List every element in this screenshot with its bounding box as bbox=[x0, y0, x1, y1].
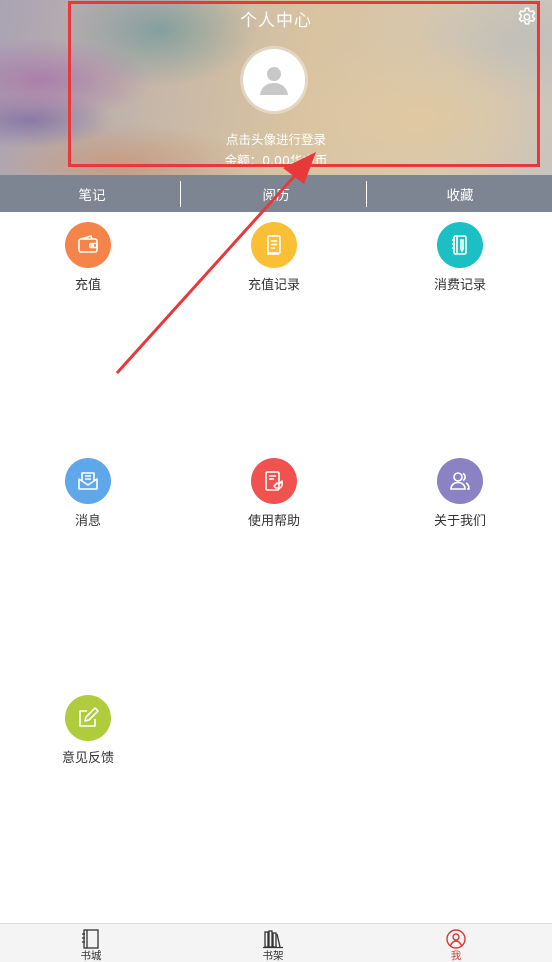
grid-item-about-us[interactable]: 关于我们 bbox=[390, 458, 530, 529]
grid-icon-circle bbox=[437, 222, 483, 268]
grid-label: 关于我们 bbox=[433, 514, 486, 529]
grid-label: 使用帮助 bbox=[247, 514, 300, 529]
grid-label: 意见反馈 bbox=[61, 751, 114, 766]
tab-label: 笔记 bbox=[78, 187, 106, 204]
grid-label: 充值记录 bbox=[247, 278, 300, 293]
tab-divider bbox=[366, 181, 367, 207]
grid-item-recharge[interactable]: 充值 bbox=[18, 222, 158, 293]
profile-tabbar: 笔记 阅历 收藏 bbox=[0, 175, 552, 212]
message-icon bbox=[78, 472, 98, 490]
app-root: 个人中心 点击头像进行登录 余额：0.00华中币 笔记 阅历 收藏 充值 充值记… bbox=[0, 0, 552, 962]
nav-label: 书架 bbox=[262, 950, 284, 962]
grid-icon-circle bbox=[251, 458, 297, 504]
page-title: 个人中心 bbox=[240, 11, 312, 31]
profile-header: 个人中心 点击头像进行登录 余额：0.00华中币 bbox=[0, 0, 552, 175]
tab-label: 阅历 bbox=[262, 187, 290, 204]
users-icon bbox=[450, 472, 470, 490]
grid-item-recharge-records[interactable]: 充值记录 bbox=[204, 222, 344, 293]
nav-label: 我 bbox=[450, 950, 462, 962]
grid-item-spending-records[interactable]: 消费记录 bbox=[390, 222, 530, 293]
nav-label: 书城 bbox=[80, 950, 102, 962]
nav-item-me[interactable]: 我 bbox=[426, 929, 486, 962]
bookshelf-icon bbox=[263, 930, 283, 949]
book-icon bbox=[82, 929, 99, 949]
grid-item-help[interactable]: 使用帮助 bbox=[204, 458, 344, 529]
grid-label: 消息 bbox=[74, 514, 101, 529]
grid-label: 消费记录 bbox=[433, 278, 486, 293]
grid-item-feedback[interactable]: 意见反馈 bbox=[18, 695, 158, 766]
notebook-icon bbox=[452, 235, 467, 255]
grid-icon-circle bbox=[65, 458, 111, 504]
grid-icon-circle bbox=[251, 222, 297, 268]
balance-text: 余额：0.00华中币 bbox=[224, 153, 328, 168]
grid-icon-circle bbox=[437, 458, 483, 504]
user-avatar-icon bbox=[260, 67, 288, 95]
profile-icon bbox=[446, 929, 466, 949]
bottom-nav: 书城 书架 我 bbox=[0, 923, 552, 962]
gear-icon[interactable] bbox=[516, 6, 538, 28]
document-icon bbox=[267, 235, 281, 255]
login-hint[interactable]: 点击头像进行登录 bbox=[0, 129, 552, 148]
tab-history[interactable]: 阅历 bbox=[184, 175, 368, 212]
avatar[interactable] bbox=[243, 49, 305, 111]
help-tablet-icon bbox=[265, 471, 283, 491]
tab-notes[interactable]: 笔记 bbox=[0, 175, 184, 212]
wallet-icon bbox=[78, 235, 98, 253]
grid-icon-circle bbox=[65, 222, 111, 268]
nav-item-bookstore[interactable]: 书城 bbox=[61, 929, 121, 962]
tab-favorites[interactable]: 收藏 bbox=[368, 175, 552, 212]
grid-item-messages[interactable]: 消息 bbox=[18, 458, 158, 529]
grid-label: 充值 bbox=[74, 278, 101, 293]
edit-icon bbox=[79, 707, 99, 727]
tab-label: 收藏 bbox=[446, 187, 474, 204]
tab-divider bbox=[180, 181, 181, 207]
nav-item-bookshelf[interactable]: 书架 bbox=[243, 929, 303, 962]
grid-icon-circle bbox=[65, 695, 111, 741]
